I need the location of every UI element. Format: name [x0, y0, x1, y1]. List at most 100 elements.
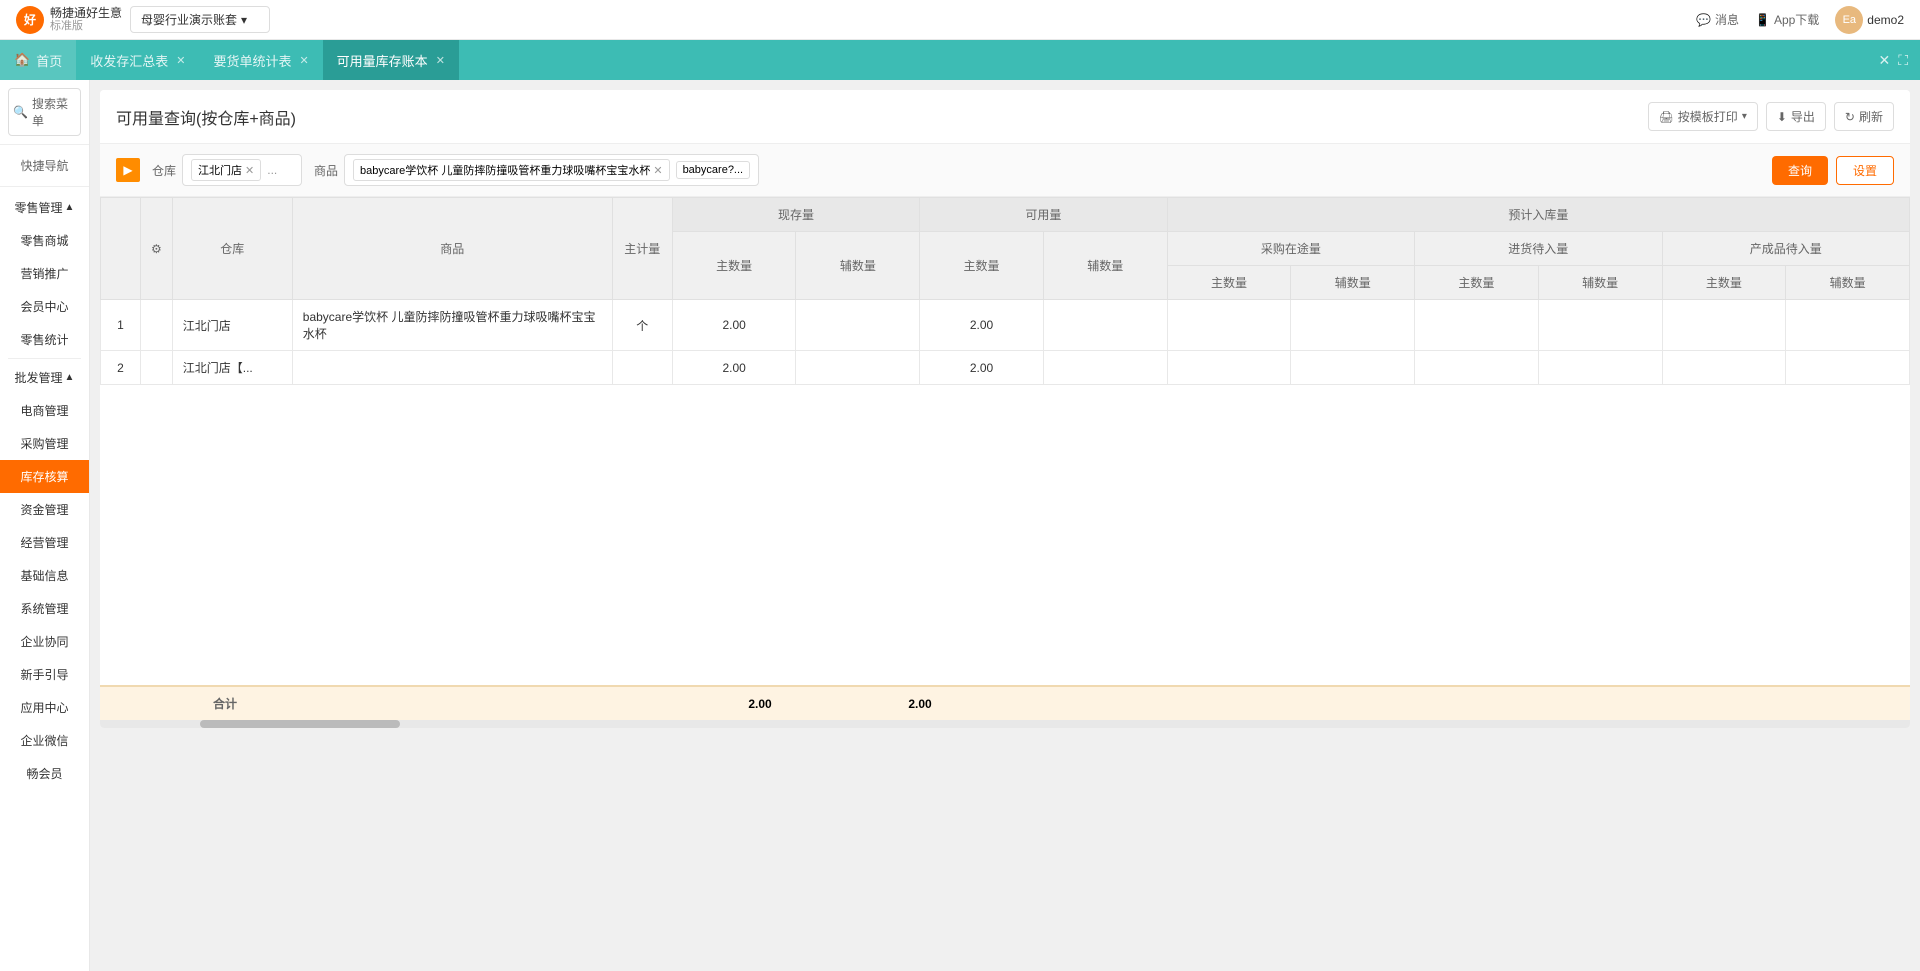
footer-label: 合计: [110, 695, 340, 712]
sidebar-quicknav-section: 快捷导航: [0, 145, 89, 187]
th-planned-inbound: 预计入库量: [1167, 198, 1909, 232]
cell-inbound-main: [1415, 300, 1539, 351]
th-settings-icon[interactable]: ⚙: [141, 198, 173, 300]
cell-warehouse: 江北门店【...: [172, 351, 292, 385]
sidebar-item-quicknav[interactable]: 快捷导航: [0, 151, 89, 180]
close-tab-receive[interactable]: ✕: [176, 54, 185, 67]
download-icon: 📱: [1755, 13, 1770, 27]
top-bar-right: 💬 消息 📱 App下载 Ea demo2: [1696, 6, 1904, 34]
tab-available-stock[interactable]: 可用量库存账本 ✕: [323, 40, 459, 80]
chevron-down-icon: ▾: [241, 13, 247, 27]
th-product: 商品: [292, 198, 612, 300]
cell-production-aux: [1786, 300, 1910, 351]
app-download-button[interactable]: 📱 App下载: [1755, 11, 1819, 28]
scrollbar-thumb[interactable]: [200, 720, 400, 728]
th-main-unit: 主计量: [612, 198, 672, 300]
cell-settings: [141, 351, 173, 385]
cell-rownum: 1: [101, 300, 141, 351]
th-avail-main: 主数量: [920, 232, 1044, 300]
sidebar-item-finance[interactable]: 资金管理: [0, 493, 89, 526]
filter-toggle-button[interactable]: ▶: [116, 158, 140, 182]
horizontal-scrollbar[interactable]: [100, 720, 1910, 728]
logo: 好 畅捷通好生意 标准版: [16, 6, 122, 34]
data-table: ⚙ 仓库 商品 主计量 现存量 可用量 预计入库量 主数量 辅数量 主数量: [100, 197, 1910, 385]
sidebar-item-member2[interactable]: 畅会员: [0, 757, 89, 790]
search-menu-button[interactable]: 🔍 搜索菜单: [8, 88, 81, 136]
tab-order-stats[interactable]: 要货单统计表 ✕: [199, 40, 322, 80]
cell-current-main: 2.00: [672, 351, 796, 385]
maximize-icon[interactable]: ⛶: [1898, 52, 1908, 69]
footer-available-main: 2.00: [880, 697, 960, 711]
sidebar-item-retail-mall[interactable]: 零售商城: [0, 224, 89, 257]
sidebar-item-retail-stats[interactable]: 零售统计: [0, 323, 89, 356]
refresh-icon: ↻: [1845, 110, 1855, 124]
user-profile[interactable]: Ea demo2: [1835, 6, 1904, 34]
home-icon: 🏠: [14, 52, 30, 68]
sidebar-item-enterprise[interactable]: 企业协同: [0, 625, 89, 658]
chevron-print: ▾: [1742, 111, 1747, 122]
print-button[interactable]: 🖨 按模板打印 ▾: [1648, 102, 1758, 131]
sidebar-item-enterprise-wechat[interactable]: 企业微信: [0, 724, 89, 757]
minimize-icon[interactable]: ✕: [1878, 52, 1890, 69]
cell-purchase-main: [1167, 351, 1291, 385]
warehouse-input[interactable]: 江北门店 ✕ ...: [182, 154, 302, 186]
sidebar-item-purchase[interactable]: 采购管理: [0, 427, 89, 460]
sidebar-item-wholesale[interactable]: 批发管理 ▲: [0, 361, 89, 394]
cell-product: babycare学饮杯 儿童防摔防撞吸管杯重力球吸嘴杯宝宝水杯: [292, 300, 612, 351]
sidebar-item-marketing[interactable]: 营销推广: [0, 257, 89, 290]
sidebar-item-new-guide[interactable]: 新手引导: [0, 658, 89, 691]
cell-unit: 个: [612, 300, 672, 351]
table-container: ⚙ 仓库 商品 主计量 现存量 可用量 预计入库量 主数量 辅数量 主数量: [100, 197, 1910, 385]
sidebar-item-app-center[interactable]: 应用中心: [0, 691, 89, 724]
remove-warehouse-tag[interactable]: ✕: [245, 164, 254, 177]
top-bar-left: 好 畅捷通好生意 标准版 母婴行业演示账套 ▾: [16, 6, 270, 34]
cell-current-aux: [796, 300, 920, 351]
cell-purchase-main: [1167, 300, 1291, 351]
remove-product-tag1[interactable]: ✕: [653, 164, 662, 177]
sidebar-item-basics[interactable]: 基础信息: [0, 559, 89, 592]
logo-icon: 好: [16, 6, 44, 34]
warehouse-more[interactable]: ...: [267, 163, 277, 177]
page-header: 可用量查询(按仓库+商品) 🖨 按模板打印 ▾ ⬇ 导出 ↻ 刷新: [100, 90, 1910, 144]
filter-row: ▶ 仓库 江北门店 ✕ ... 商品 babycare: [100, 144, 1910, 197]
th-current-stock: 现存量: [672, 198, 919, 232]
cell-production-main: [1662, 351, 1786, 385]
close-tab-available[interactable]: ✕: [436, 54, 445, 67]
sidebar-item-ecommerce[interactable]: 电商管理: [0, 394, 89, 427]
product-tag1: babycare学饮杯 儿童防摔防撞吸管杯重力球吸嘴杯宝宝水杯 ✕: [353, 159, 670, 181]
sidebar-item-inventory[interactable]: 库存核算: [0, 460, 89, 493]
product-input[interactable]: babycare学饮杯 儿童防摔防撞吸管杯重力球吸嘴杯宝宝水杯 ✕ babyca…: [344, 154, 759, 186]
tab-home[interactable]: 🏠 首页: [0, 40, 76, 80]
tab-receive-summary[interactable]: 收发存汇总表 ✕: [76, 40, 199, 80]
cell-purchase-aux: [1291, 300, 1415, 351]
cell-inbound-aux: [1538, 351, 1662, 385]
cell-production-aux: [1786, 351, 1910, 385]
message-button[interactable]: 💬 消息: [1696, 11, 1739, 28]
industry-selector[interactable]: 母婴行业演示账套 ▾: [130, 6, 270, 33]
th-inbound-aux: 辅数量: [1538, 266, 1662, 300]
cell-current-aux: [796, 351, 920, 385]
settings-button[interactable]: 设置: [1836, 156, 1894, 185]
filter-action-buttons: 查询 设置: [1772, 156, 1894, 185]
content-wrapper: 🔍 搜索菜单 快捷导航 零售管理 ▲ 零售商城 营销推广 会员中心 零售统计: [0, 80, 1920, 971]
th-current-aux: 辅数量: [796, 232, 920, 300]
sidebar-item-member[interactable]: 会员中心: [0, 290, 89, 323]
th-avail-aux: 辅数量: [1043, 232, 1167, 300]
sidebar-item-operations[interactable]: 经营管理: [0, 526, 89, 559]
cell-purchase-aux: [1291, 351, 1415, 385]
refresh-button[interactable]: ↻ 刷新: [1834, 102, 1894, 131]
th-inbound-pending: 进货待入量: [1415, 232, 1662, 266]
sidebar-item-system[interactable]: 系统管理: [0, 592, 89, 625]
cell-avail-aux: [1043, 351, 1167, 385]
export-button[interactable]: ⬇ 导出: [1766, 102, 1826, 131]
sidebar-item-retail-mgmt[interactable]: 零售管理 ▲: [0, 191, 89, 224]
search-icon: 🔍: [13, 105, 28, 119]
divider1: [8, 358, 81, 359]
query-button[interactable]: 查询: [1772, 156, 1828, 185]
th-production-pending: 产成品待入量: [1662, 232, 1909, 266]
main-content: 可用量查询(按仓库+商品) 🖨 按模板打印 ▾ ⬇ 导出 ↻ 刷新: [90, 80, 1920, 971]
print-icon: 🖨: [1659, 110, 1674, 124]
cell-unit: [612, 351, 672, 385]
th-rownum: [101, 198, 141, 300]
close-tab-order[interactable]: ✕: [299, 54, 308, 67]
